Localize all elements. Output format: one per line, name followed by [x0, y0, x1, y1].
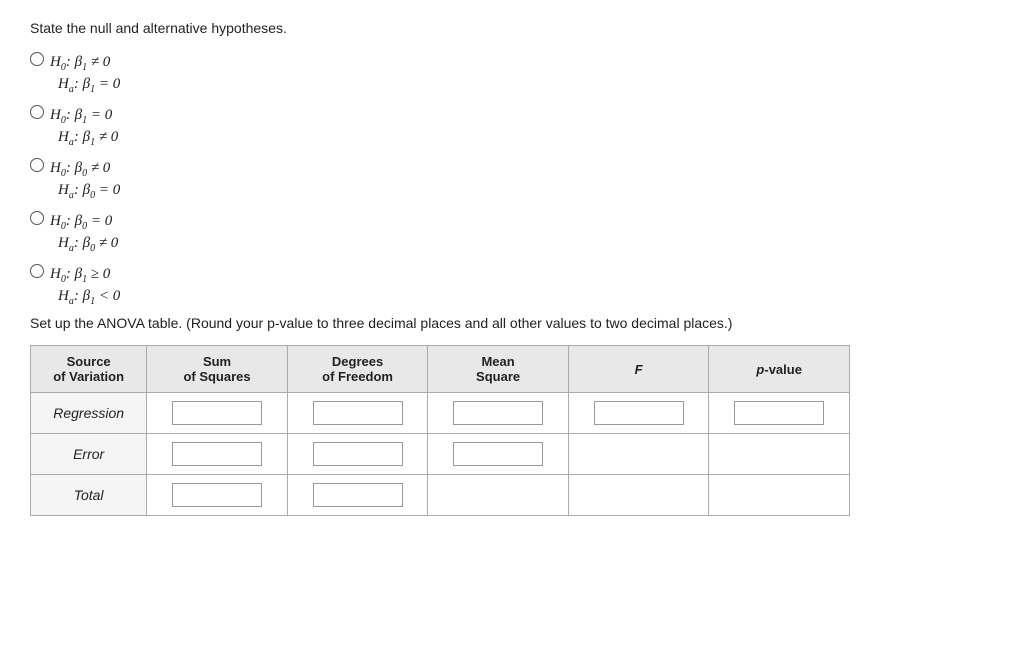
radio-1[interactable] — [30, 52, 44, 66]
ms-regression — [428, 393, 569, 434]
radio-row-2-null[interactable]: H0: β1 = 0 — [30, 103, 981, 126]
table-header-row: Sourceof Variation Sumof Squares Degrees… — [31, 346, 850, 393]
p-total-empty — [709, 475, 850, 516]
h3-null: H0: β0 ≠ 0 — [50, 160, 110, 179]
radio-row-1-null[interactable]: H0: β1 ≠ 0 — [30, 50, 981, 73]
df-total — [287, 475, 428, 516]
table-row-total: Total — [31, 475, 850, 516]
df-regression — [287, 393, 428, 434]
source-regression: Regression — [31, 393, 147, 434]
ms-error-input[interactable] — [453, 442, 543, 466]
table-row-regression: Regression — [31, 393, 850, 434]
p-regression-input[interactable] — [734, 401, 824, 425]
col-header-ms: MeanSquare — [428, 346, 569, 393]
ss-total — [147, 475, 288, 516]
col-header-ss: Sumof Squares — [147, 346, 288, 393]
ss-error — [147, 434, 288, 475]
hypothesis-item-3: H0: β0 ≠ 0 Ha: β0 = 0 — [30, 156, 981, 201]
ss-error-input[interactable] — [172, 442, 262, 466]
f-error-empty — [568, 434, 709, 475]
radio-row-5-null[interactable]: H0: β1 ≥ 0 — [30, 262, 981, 285]
ms-total-empty — [428, 475, 569, 516]
h4-alt-row: Ha: β0 ≠ 0 — [58, 234, 981, 254]
ss-regression — [147, 393, 288, 434]
ss-total-input[interactable] — [172, 483, 262, 507]
source-error: Error — [31, 434, 147, 475]
h1-alt: Ha: β1 = 0 — [58, 76, 120, 92]
h5-alt: Ha: β1 < 0 — [58, 288, 120, 304]
anova-table: Sourceof Variation Sumof Squares Degrees… — [30, 345, 850, 516]
radio-3[interactable] — [30, 158, 44, 172]
hypothesis-item-4: H0: β0 = 0 Ha: β0 ≠ 0 — [30, 209, 981, 254]
ms-regression-input[interactable] — [453, 401, 543, 425]
radio-5[interactable] — [30, 264, 44, 278]
h1-alt-row: Ha: β1 = 0 — [58, 75, 981, 95]
f-total-empty — [568, 475, 709, 516]
h5-alt-row: Ha: β1 < 0 — [58, 287, 981, 307]
radio-4[interactable] — [30, 211, 44, 225]
f-regression-input[interactable] — [594, 401, 684, 425]
col-header-source: Sourceof Variation — [31, 346, 147, 393]
h4-null: H0: β0 = 0 — [50, 213, 112, 232]
hypothesis-list: H0: β1 ≠ 0 Ha: β1 = 0 H0: β1 = 0 Ha: β1 … — [30, 50, 981, 307]
p-regression — [709, 393, 850, 434]
radio-row-3-null[interactable]: H0: β0 ≠ 0 — [30, 156, 981, 179]
source-total: Total — [31, 475, 147, 516]
df-regression-input[interactable] — [313, 401, 403, 425]
radio-row-4-null[interactable]: H0: β0 = 0 — [30, 209, 981, 232]
h1-null: H0: β1 ≠ 0 — [50, 54, 110, 73]
col-header-df: Degreesof Freedom — [287, 346, 428, 393]
radio-2[interactable] — [30, 105, 44, 119]
table-row-error: Error — [31, 434, 850, 475]
col-header-f: F — [568, 346, 709, 393]
h4-alt: Ha: β0 ≠ 0 — [58, 235, 118, 251]
h2-alt-row: Ha: β1 ≠ 0 — [58, 128, 981, 148]
intro-text: State the null and alternative hypothese… — [30, 20, 981, 36]
df-error-input[interactable] — [313, 442, 403, 466]
h5-null: H0: β1 ≥ 0 — [50, 266, 110, 285]
h2-alt: Ha: β1 ≠ 0 — [58, 129, 118, 145]
ms-error — [428, 434, 569, 475]
col-header-pvalue: p-value — [709, 346, 850, 393]
df-error — [287, 434, 428, 475]
hypothesis-item-1: H0: β1 ≠ 0 Ha: β1 = 0 — [30, 50, 981, 95]
anova-intro-text: Set up the ANOVA table. (Round your p-va… — [30, 315, 981, 331]
df-total-input[interactable] — [313, 483, 403, 507]
hypothesis-item-5: H0: β1 ≥ 0 Ha: β1 < 0 — [30, 262, 981, 307]
h3-alt: Ha: β0 = 0 — [58, 182, 120, 198]
f-regression — [568, 393, 709, 434]
h2-null: H0: β1 = 0 — [50, 107, 112, 126]
p-error-empty — [709, 434, 850, 475]
hypothesis-item-2: H0: β1 = 0 Ha: β1 ≠ 0 — [30, 103, 981, 148]
h3-alt-row: Ha: β0 = 0 — [58, 181, 981, 201]
ss-regression-input[interactable] — [172, 401, 262, 425]
